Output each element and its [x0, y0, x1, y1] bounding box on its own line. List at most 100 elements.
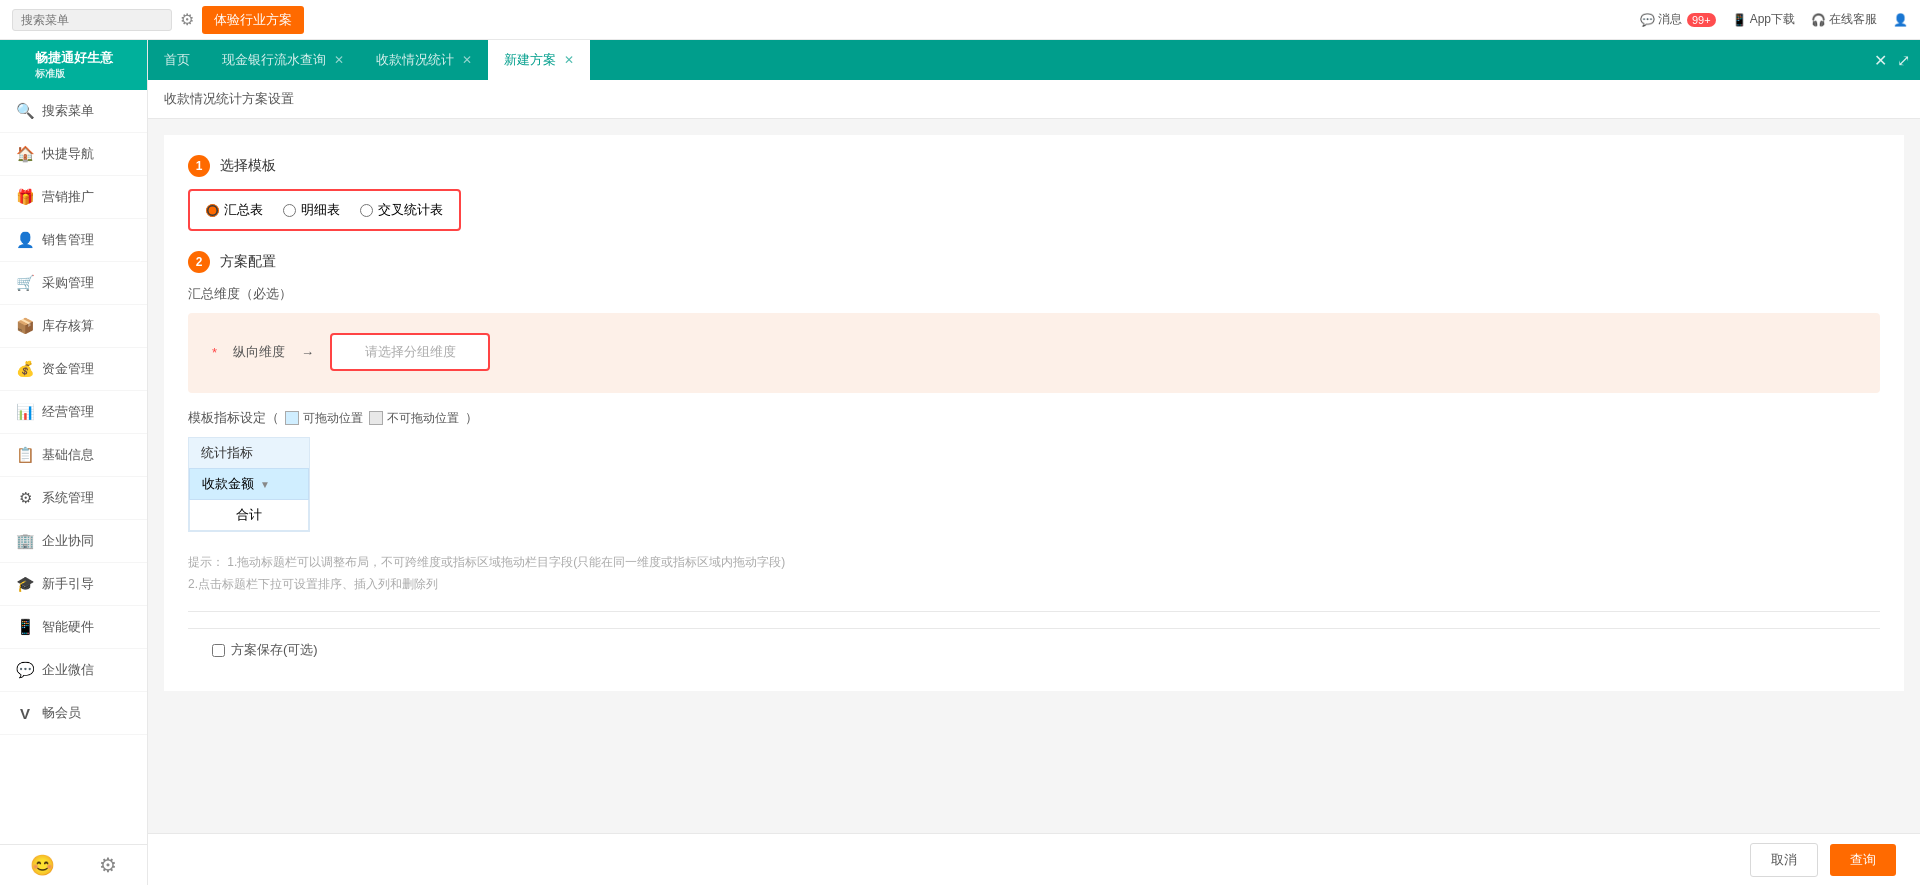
sidebar-label-enterprise: 企业协同 [42, 532, 94, 550]
trial-button[interactable]: 体验行业方案 [202, 6, 304, 34]
page-title-bar: 收款情况统计方案设置 [148, 80, 1920, 119]
tab-bank-flow-close[interactable]: ✕ [334, 53, 344, 67]
sidebar-item-funds[interactable]: 💰 资金管理 [0, 348, 147, 391]
cancel-button[interactable]: 取消 [1750, 843, 1818, 877]
sidebar-bottom-btn-2[interactable]: ⚙ [99, 853, 117, 877]
tab-close-all-btn[interactable]: ✕ [1874, 51, 1887, 70]
metrics-paren-close: ） [465, 409, 478, 427]
sidebar-item-hardware[interactable]: 📱 智能硬件 [0, 606, 147, 649]
radio-group-template: 汇总表 明细表 交叉统计表 [206, 201, 443, 219]
gear-icon[interactable]: ⚙ [180, 10, 194, 29]
sidebar-item-system[interactable]: ⚙ 系统管理 [0, 477, 147, 520]
metrics-body-row: 合计 [189, 500, 309, 531]
sidebar-label-hardware: 智能硬件 [42, 618, 94, 636]
fixed-legend-label: 不可拖动位置 [387, 410, 459, 427]
top-bar-left: ⚙ 体验行业方案 [12, 6, 304, 34]
sidebar-item-operations[interactable]: 📊 经营管理 [0, 391, 147, 434]
page-title: 收款情况统计方案设置 [164, 91, 294, 106]
radio-cross[interactable]: 交叉统计表 [360, 201, 443, 219]
sidebar-item-sales[interactable]: 👤 销售管理 [0, 219, 147, 262]
online-service-btn[interactable]: 🎧 在线客服 [1811, 11, 1877, 28]
sidebar-item-guide[interactable]: 🎓 新手引导 [0, 563, 147, 606]
enterprise-icon: 🏢 [16, 532, 34, 550]
content-area: 首页 现金银行流水查询 ✕ 收款情况统计 ✕ 新建方案 ✕ ✕ ⤢ 收款情况统计… [148, 40, 1920, 885]
metrics-section: 模板指标设定（ 可拖动位置 不可拖动位置 ） [188, 409, 1880, 532]
sidebar-label-funds: 资金管理 [42, 360, 94, 378]
metrics-body-total: 合计 [189, 500, 309, 531]
tab-bank-flow[interactable]: 现金银行流水查询 ✕ [206, 40, 360, 80]
radio-summary-input[interactable] [206, 204, 219, 217]
sidebar-label-wechat: 企业微信 [42, 661, 94, 679]
logo-name: 畅捷通好生意 [35, 49, 113, 67]
divider [188, 611, 1880, 612]
sidebar-item-marketing[interactable]: 🎁 营销推广 [0, 176, 147, 219]
step1-header: 1 选择模板 [188, 155, 1880, 177]
top-bar: ⚙ 体验行业方案 💬 消息 99+ 📱 App下载 🎧 在线客服 👤 [0, 0, 1920, 40]
tip-line2: 2.点击标题栏下拉可设置排序、插入列和删除列 [188, 574, 1880, 596]
sidebar-label-marketing: 营销推广 [42, 188, 94, 206]
metrics-table: 统计指标 收款金额 ▼ [188, 437, 310, 532]
logo-version: 标准版 [35, 67, 113, 81]
movable-legend-label: 可拖动位置 [303, 410, 363, 427]
bottom-bar: 取消 查询 [148, 833, 1920, 885]
step2-section: 2 方案配置 汇总维度（必选） * 纵向维度 → 请选择分组维度 [188, 251, 1880, 595]
tab-collection-stats-close[interactable]: ✕ [462, 53, 472, 67]
radio-summary[interactable]: 汇总表 [206, 201, 263, 219]
sidebar-bottom: 😊 ⚙ [0, 844, 147, 885]
operations-icon: 📊 [16, 403, 34, 421]
main-layout: 畅捷通好生意 标准版 🔍 搜索菜单 🏠 快捷导航 🎁 营销推广 👤 销售管理 🛒… [0, 40, 1920, 885]
sidebar-label-quick-nav: 快捷导航 [42, 145, 94, 163]
step2-title: 方案配置 [220, 253, 276, 271]
radio-detail[interactable]: 明细表 [283, 201, 340, 219]
top-bar-right: 💬 消息 99+ 📱 App下载 🎧 在线客服 👤 [1640, 11, 1908, 28]
hardware-icon: 📱 [16, 618, 34, 636]
radio-detail-input[interactable] [283, 204, 296, 217]
sidebar-label-operations: 经营管理 [42, 403, 94, 421]
funds-icon: 💰 [16, 360, 34, 378]
sidebar-item-purchase[interactable]: 🛒 采购管理 [0, 262, 147, 305]
user-avatar[interactable]: 👤 [1893, 13, 1908, 27]
radio-cross-label: 交叉统计表 [378, 201, 443, 219]
sidebar-bottom-btn-1[interactable]: 😊 [30, 853, 55, 877]
metrics-label: 模板指标设定（ [188, 409, 279, 427]
sidebar-item-inventory[interactable]: 📦 库存核算 [0, 305, 147, 348]
tip-line1: 提示： 1.拖动标题栏可以调整布局，不可跨维度或指标区域拖动栏目字段(只能在同一… [188, 552, 1880, 574]
page-content: 1 选择模板 汇总表 明细表 [148, 119, 1920, 833]
metrics-subheader-amount[interactable]: 收款金额 ▼ [189, 469, 309, 500]
arrow-symbol: → [301, 345, 314, 360]
sidebar-item-enterprise[interactable]: 🏢 企业协同 [0, 520, 147, 563]
message-badge: 99+ [1687, 13, 1716, 27]
tab-home-label: 首页 [164, 51, 190, 69]
query-button[interactable]: 查询 [1830, 844, 1896, 876]
sidebar-item-member[interactable]: V 畅会员 [0, 692, 147, 735]
tab-new-plan-label: 新建方案 [504, 51, 556, 69]
tab-home[interactable]: 首页 [148, 40, 206, 80]
sidebar-item-quick-nav[interactable]: 🏠 快捷导航 [0, 133, 147, 176]
marketing-icon: 🎁 [16, 188, 34, 206]
tab-new-plan-close[interactable]: ✕ [564, 53, 574, 67]
radio-cross-input[interactable] [360, 204, 373, 217]
save-checkbox-input[interactable] [212, 644, 225, 657]
sidebar-label-inventory: 库存核算 [42, 317, 94, 335]
dimension-area: * 纵向维度 → 请选择分组维度 [188, 313, 1880, 393]
tab-expand-btn[interactable]: ⤢ [1897, 51, 1910, 70]
app-download-btn[interactable]: 📱 App下载 [1732, 11, 1795, 28]
dimension-placeholder-text: 请选择分组维度 [365, 343, 456, 361]
purchase-icon: 🛒 [16, 274, 34, 292]
search-menu-icon: 🔍 [16, 102, 34, 120]
sidebar-item-search-menu[interactable]: 🔍 搜索菜单 [0, 90, 147, 133]
tab-bar-actions: ✕ ⤢ [1874, 51, 1920, 70]
save-checkbox-label[interactable]: 方案保存(可选) [212, 641, 318, 659]
metrics-legend-row: 模板指标设定（ 可拖动位置 不可拖动位置 ） [188, 409, 1880, 427]
dimension-placeholder[interactable]: 请选择分组维度 [330, 333, 490, 371]
guide-icon: 🎓 [16, 575, 34, 593]
tab-collection-stats-label: 收款情况统计 [376, 51, 454, 69]
tab-new-plan[interactable]: 新建方案 ✕ [488, 40, 590, 80]
message-icon[interactable]: 💬 消息 99+ [1640, 11, 1716, 28]
sidebar-item-wechat[interactable]: 💬 企业微信 [0, 649, 147, 692]
metrics-amount-dropdown[interactable]: ▼ [260, 479, 270, 490]
vertical-dim-label: 纵向维度 [233, 343, 285, 361]
sidebar-item-basic-info[interactable]: 📋 基础信息 [0, 434, 147, 477]
tab-collection-stats[interactable]: 收款情况统计 ✕ [360, 40, 488, 80]
search-input[interactable] [12, 9, 172, 31]
